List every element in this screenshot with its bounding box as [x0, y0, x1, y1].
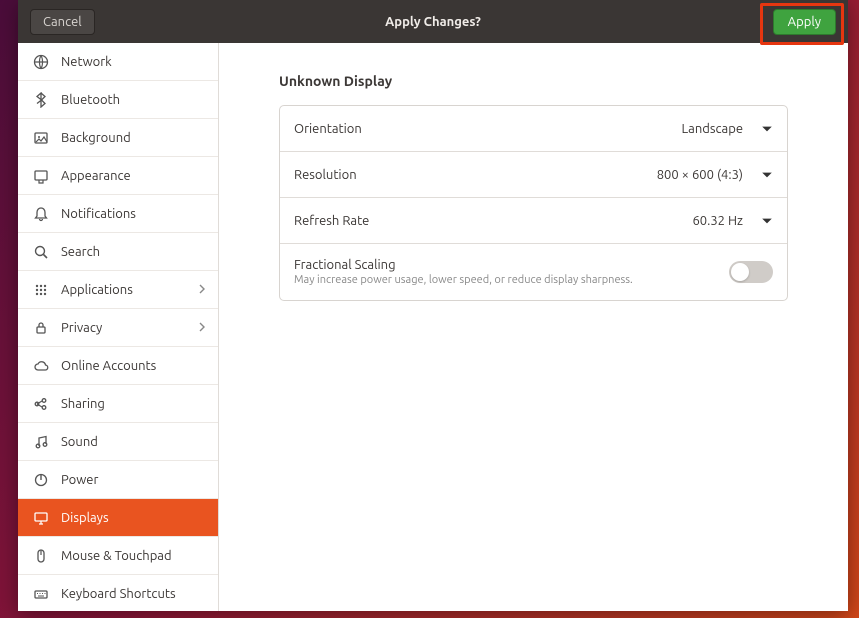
sidebar-item-network[interactable]: Network [18, 43, 218, 81]
chevron-down-icon [761, 169, 773, 181]
display-section-title: Unknown Display [279, 73, 788, 89]
sidebar-item-privacy[interactable]: Privacy [18, 309, 218, 347]
display-settings-panel: Orientation Landscape Resolution 800 × 6… [279, 105, 788, 301]
sidebar-item-label: Applications [61, 283, 187, 297]
cloud-icon [32, 357, 50, 375]
music-icon [32, 433, 50, 451]
display-icon [32, 509, 50, 527]
sidebar-item-label: Notifications [61, 207, 206, 221]
resolution-label: Resolution [294, 168, 647, 182]
sidebar-item-sound[interactable]: Sound [18, 423, 218, 461]
image-icon [32, 129, 50, 147]
sidebar-item-label: Displays [61, 511, 206, 525]
settings-window: Cancel Apply Changes? Apply Network Bluet… [18, 0, 848, 611]
sidebar-item-label: Network [61, 55, 206, 69]
scaling-toggle[interactable] [729, 261, 773, 283]
chevron-right-icon [198, 321, 206, 335]
sidebar-item-label: Mouse & Touchpad [61, 549, 206, 563]
sidebar-item-label: Appearance [61, 169, 206, 183]
apply-button[interactable]: Apply [773, 9, 836, 35]
chevron-down-icon [761, 123, 773, 135]
sidebar-item-label: Keyboard Shortcuts [61, 587, 206, 601]
lock-icon [32, 319, 50, 337]
sidebar-item-keyboard-shortcuts[interactable]: Keyboard Shortcuts [18, 575, 218, 611]
window-title: Apply Changes? [385, 15, 481, 29]
sidebar-item-label: Background [61, 131, 206, 145]
sidebar: Network Bluetooth Background Appearance Noti… [18, 43, 219, 611]
chevron-down-icon [761, 215, 773, 227]
sidebar-item-background[interactable]: Background [18, 119, 218, 157]
sidebar-item-label: Sound [61, 435, 206, 449]
mouse-icon [32, 547, 50, 565]
sidebar-item-power[interactable]: Power [18, 461, 218, 499]
share-icon [32, 395, 50, 413]
sidebar-item-sharing[interactable]: Sharing [18, 385, 218, 423]
cancel-button[interactable]: Cancel [30, 9, 95, 35]
sidebar-item-search[interactable]: Search [18, 233, 218, 271]
sidebar-item-bluetooth[interactable]: Bluetooth [18, 81, 218, 119]
window-body: Network Bluetooth Background Appearance Noti… [18, 43, 848, 611]
sidebar-item-label: Privacy [61, 321, 187, 335]
bluetooth-icon [32, 91, 50, 109]
refresh-value: 60.32 Hz [692, 214, 743, 228]
main-panel: Unknown Display Orientation Landscape Re… [219, 43, 848, 611]
scaling-hint: May increase power usage, lower speed, o… [294, 274, 719, 286]
orientation-label: Orientation [294, 122, 672, 136]
sidebar-item-label: Online Accounts [61, 359, 206, 373]
sidebar-item-mouse-touchpad[interactable]: Mouse & Touchpad [18, 537, 218, 575]
refresh-row[interactable]: Refresh Rate 60.32 Hz [280, 198, 787, 244]
orientation-row[interactable]: Orientation Landscape [280, 106, 787, 152]
bell-icon [32, 205, 50, 223]
header-bar: Cancel Apply Changes? Apply [18, 0, 848, 43]
resolution-row[interactable]: Resolution 800 × 600 (4:3) [280, 152, 787, 198]
sidebar-item-label: Bluetooth [61, 93, 206, 107]
sidebar-item-label: Search [61, 245, 206, 259]
grid-icon [32, 281, 50, 299]
sidebar-item-notifications[interactable]: Notifications [18, 195, 218, 233]
sidebar-item-appearance[interactable]: Appearance [18, 157, 218, 195]
power-icon [32, 471, 50, 489]
chevron-right-icon [198, 283, 206, 297]
sidebar-item-label: Sharing [61, 397, 206, 411]
sidebar-item-label: Power [61, 473, 206, 487]
paint-icon [32, 167, 50, 185]
resolution-value: 800 × 600 (4:3) [657, 168, 743, 182]
fractional-scaling-row: Fractional Scaling May increase power us… [280, 244, 787, 300]
sidebar-item-displays[interactable]: Displays [18, 499, 218, 537]
search-icon [32, 243, 50, 261]
sidebar-item-applications[interactable]: Applications [18, 271, 218, 309]
globe-icon [32, 53, 50, 71]
keyboard-icon [32, 585, 50, 603]
sidebar-item-online-accounts[interactable]: Online Accounts [18, 347, 218, 385]
refresh-label: Refresh Rate [294, 214, 682, 228]
scaling-label: Fractional Scaling [294, 258, 719, 272]
orientation-value: Landscape [682, 122, 743, 136]
